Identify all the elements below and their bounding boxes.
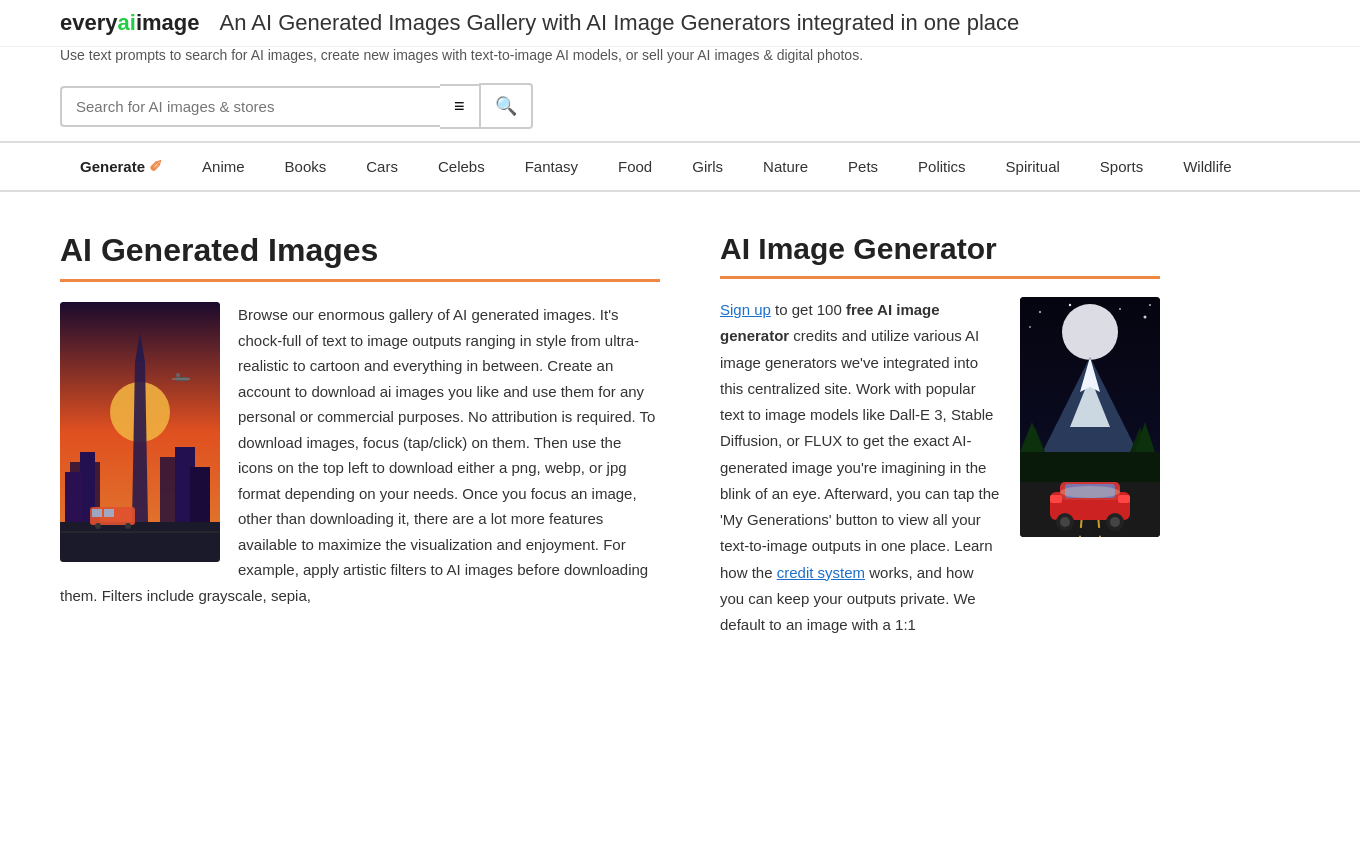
header: everyaiimage An AI Generated Images Gall… [0,0,1360,47]
search-input[interactable] [60,86,440,127]
left-divider [60,279,660,282]
left-content-text: Browse our enormous gallery of AI genera… [60,302,660,608]
svg-point-14 [95,523,101,529]
svg-rect-10 [60,522,220,562]
svg-point-40 [1060,517,1070,527]
svg-point-44 [1069,304,1071,306]
category-nav: Generate ✐ Anime Books Cars Celebs Fanta… [0,141,1360,192]
credit-system-link[interactable]: credit system [777,564,865,581]
search-button[interactable]: 🔍 [479,83,533,129]
logo-suffix: image [136,10,200,35]
right-column: AI Image Generator Sign up to get 100 fr… [720,232,1160,638]
generate-label: Generate [80,158,145,175]
nav-item-food[interactable]: Food [598,144,672,189]
svg-point-48 [1149,304,1151,306]
svg-point-18 [176,373,180,377]
search-icon: 🔍 [495,96,517,116]
svg-rect-9 [65,472,83,522]
right-section-title: AI Image Generator [720,232,1160,266]
nav-item-sports[interactable]: Sports [1080,144,1163,189]
nav-item-nature[interactable]: Nature [743,144,828,189]
svg-point-43 [1039,311,1041,313]
site-subtitle: Use text prompts to search for AI images… [0,47,1360,75]
svg-point-46 [1144,316,1147,319]
mountain-car-ai-image[interactable] [1020,297,1160,537]
svg-rect-37 [1118,495,1130,503]
wand-icon: ✐ [149,157,162,176]
signup-link[interactable]: Sign up [720,301,771,318]
filter-button[interactable]: ≡ [440,84,479,129]
svg-point-21 [1062,304,1118,360]
nav-item-fantasy[interactable]: Fantasy [505,144,598,189]
svg-rect-8 [190,467,210,522]
filter-icon: ≡ [454,96,465,116]
svg-point-38 [1060,486,1120,498]
nav-item-anime[interactable]: Anime [182,144,265,189]
search-bar: ≡ 🔍 [0,75,1360,141]
nav-item-cars[interactable]: Cars [346,144,418,189]
nav-item-books[interactable]: Books [265,144,347,189]
svg-rect-25 [1020,452,1160,482]
nav-item-celebs[interactable]: Celebs [418,144,505,189]
nav-item-wildlife[interactable]: Wildlife [1163,144,1251,189]
main-content: AI Generated Images [0,192,1360,678]
logo-ai: ai [118,10,136,35]
nav-item-pets[interactable]: Pets [828,144,898,189]
left-column: AI Generated Images [60,232,660,638]
nav-item-politics[interactable]: Politics [898,144,986,189]
right-image-wrapper [1020,297,1160,638]
svg-rect-13 [104,509,114,517]
svg-point-15 [125,523,131,529]
right-body-text: Sign up to get 100 free AI image generat… [720,297,1000,638]
svg-rect-12 [92,509,102,517]
svg-rect-36 [1050,495,1062,503]
site-logo[interactable]: everyaiimage [60,10,199,36]
nav-item-spiritual[interactable]: Spiritual [986,144,1080,189]
site-tagline: An AI Generated Images Gallery with AI I… [219,10,1019,36]
city-ai-image[interactable] [60,302,220,562]
svg-point-47 [1029,326,1031,328]
svg-point-42 [1110,517,1120,527]
right-divider [720,276,1160,279]
logo-prefix: every [60,10,118,35]
left-section-title: AI Generated Images [60,232,660,269]
right-content-block: Sign up to get 100 free AI image generat… [720,297,1160,638]
nav-item-girls[interactable]: Girls [672,144,743,189]
nav-item-generate[interactable]: Generate ✐ [60,143,182,190]
svg-point-45 [1119,308,1121,310]
